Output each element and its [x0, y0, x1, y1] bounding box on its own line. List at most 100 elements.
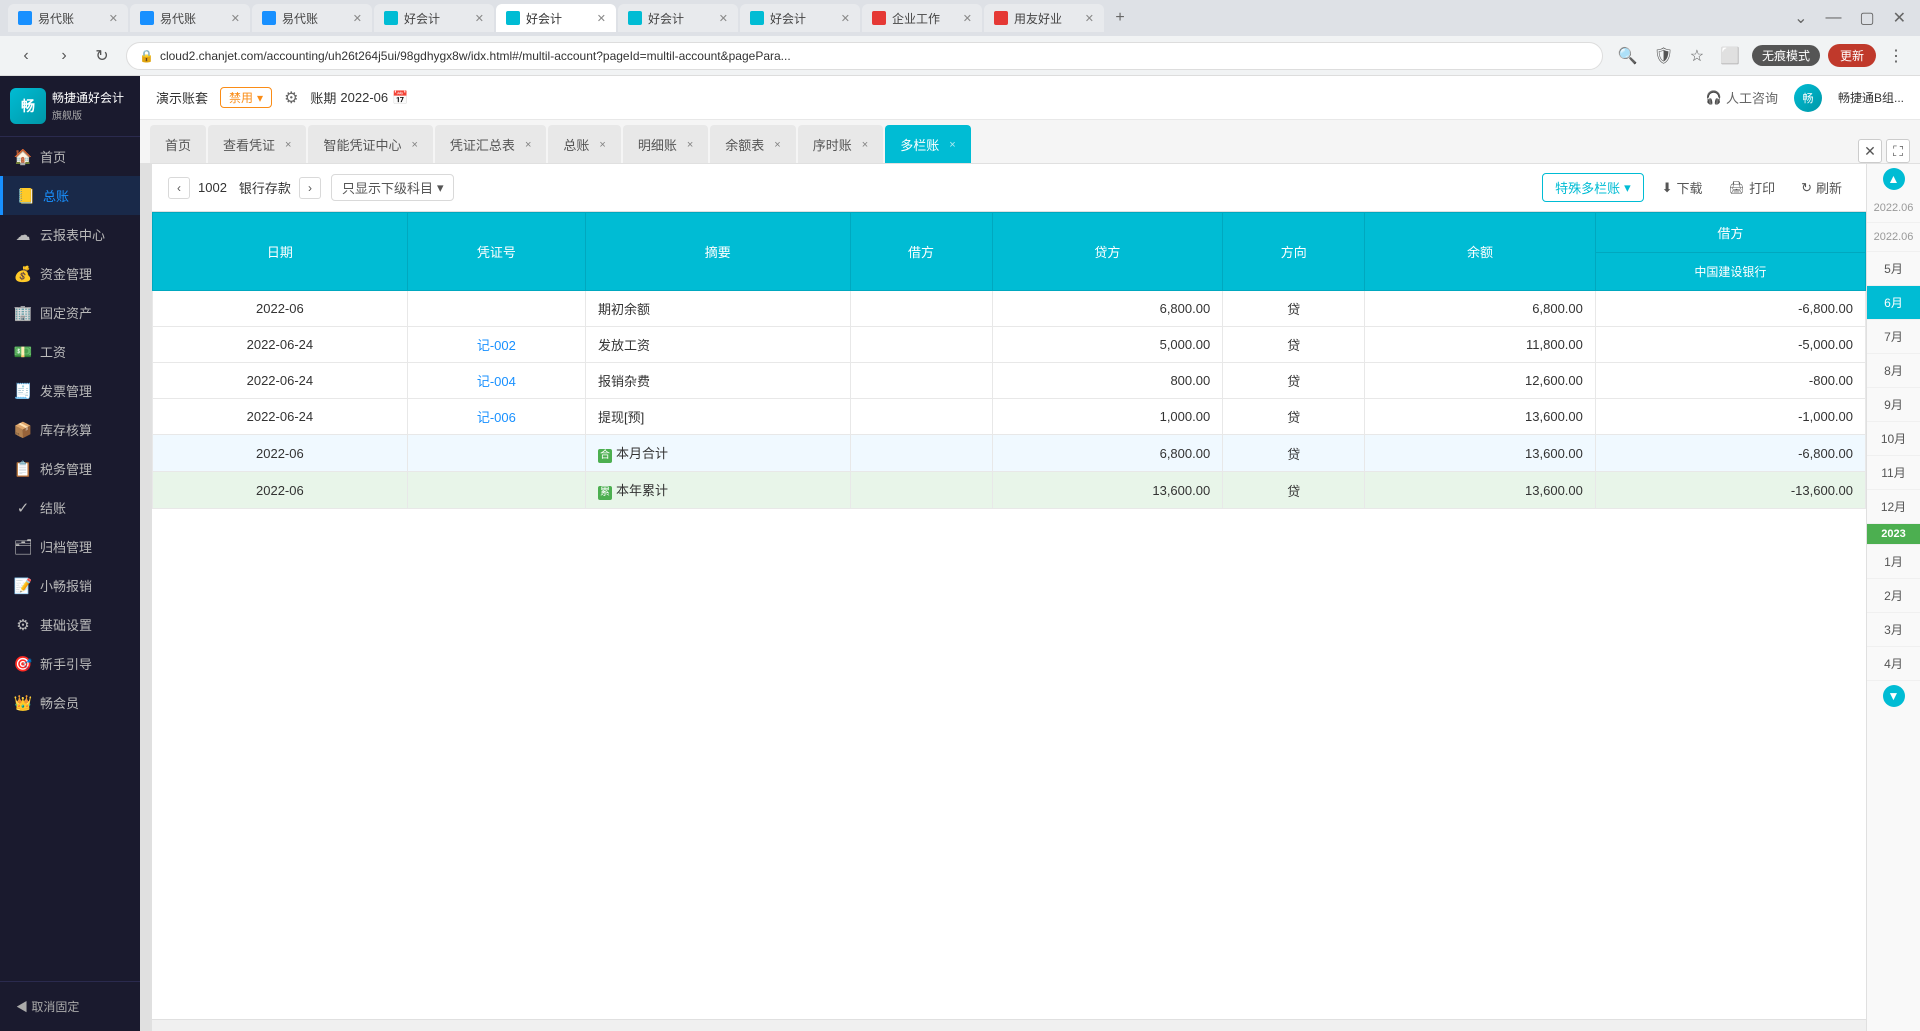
tab-smart-vouchers-close[interactable]: ×	[411, 139, 417, 151]
sidebar-item-reports[interactable]: ☁ 云报表中心	[0, 215, 140, 254]
close-window-button[interactable]: ✕	[1887, 6, 1912, 30]
refresh-button[interactable]: ↻ 刷新	[1793, 174, 1850, 201]
voucher-link[interactable]: 记-006	[477, 410, 516, 425]
tab-multi-col[interactable]: 多栏账 ×	[885, 125, 970, 163]
panel-up-arrow[interactable]: ▲	[1883, 168, 1905, 190]
sidebar-item-close[interactable]: ✓ 结账	[0, 488, 140, 527]
browser-tab-4[interactable]: 好会计 ✕	[374, 4, 494, 32]
sidebar-item-invoice[interactable]: 🧾 发票管理	[0, 371, 140, 410]
browser-tab-8[interactable]: 企业工作 ✕	[862, 4, 982, 32]
tab-close-6[interactable]: ✕	[719, 12, 728, 25]
sidebar-item-ledger[interactable]: 📒 总账	[0, 176, 140, 215]
sidebar-item-archive[interactable]: 🗂 归档管理	[0, 527, 140, 566]
browser-tab-7[interactable]: 好会计 ✕	[740, 4, 860, 32]
sidebar-item-home[interactable]: 🏠 首页	[0, 137, 140, 176]
consult-button[interactable]: 🎧 人工咨询	[1706, 88, 1778, 107]
month-item-september[interactable]: 9月	[1867, 388, 1920, 422]
sidebar-item-assets[interactable]: 🏢 固定资产	[0, 293, 140, 332]
tab-balance[interactable]: 余额表 ×	[710, 125, 795, 163]
star-icon[interactable]: ☆	[1686, 44, 1708, 68]
tab-general-ledger[interactable]: 总账 ×	[548, 125, 620, 163]
tab-close-1[interactable]: ✕	[109, 12, 118, 25]
tab-general-ledger-close[interactable]: ×	[599, 139, 605, 151]
demo-badge[interactable]: 禁用 ▾	[220, 87, 272, 108]
panel-down-arrow[interactable]: ▼	[1883, 685, 1905, 707]
browser-tab-1[interactable]: 易代账 ✕	[8, 4, 128, 32]
update-button[interactable]: 更新	[1828, 44, 1876, 67]
forward-button[interactable]: ›	[50, 42, 78, 70]
tab-close-3[interactable]: ✕	[353, 12, 362, 25]
bottom-scrollbar[interactable]	[152, 1019, 1866, 1031]
voucher-link[interactable]: 记-002	[477, 338, 516, 353]
shield-icon[interactable]: 🛡	[1649, 44, 1677, 68]
account-next-button[interactable]: ›	[299, 177, 321, 199]
month-item-2022-06-second[interactable]: 2022.06	[1867, 223, 1920, 252]
panel-expand-button[interactable]: ⛶	[1886, 139, 1910, 163]
back-button[interactable]: ‹	[12, 42, 40, 70]
sidebar-item-funds[interactable]: 💰 资金管理	[0, 254, 140, 293]
tab-detail-ledger-close[interactable]: ×	[687, 139, 693, 151]
reload-button[interactable]: ↻	[88, 42, 116, 70]
tab-close-2[interactable]: ✕	[231, 12, 240, 25]
sidebar-item-tax[interactable]: 📋 税务管理	[0, 449, 140, 488]
tab-multi-col-close[interactable]: ×	[949, 139, 955, 151]
period-selector[interactable]: 账期 2022-06 📅	[310, 88, 408, 107]
tab-close-9[interactable]: ✕	[1085, 12, 1094, 25]
search-icon[interactable]: 🔍	[1613, 44, 1641, 68]
account-prev-button[interactable]: ‹	[168, 177, 190, 199]
month-item-2022-06-first[interactable]: 2022.06	[1867, 194, 1920, 223]
sidebar-item-salary[interactable]: 💵 工资	[0, 332, 140, 371]
tab-balance-close[interactable]: ×	[774, 139, 780, 151]
tab-close-7[interactable]: ✕	[841, 12, 850, 25]
browser-tab-6[interactable]: 好会计 ✕	[618, 4, 738, 32]
voucher-link[interactable]: 记-004	[477, 374, 516, 389]
unpin-button[interactable]: ◀ 取消固定	[10, 992, 130, 1021]
browser-tab-3[interactable]: 易代账 ✕	[252, 4, 372, 32]
month-item-july[interactable]: 7月	[1867, 320, 1920, 354]
print-button[interactable]: 🖨 打印	[1721, 174, 1784, 201]
sidebar-item-member[interactable]: 👑 畅会员	[0, 683, 140, 722]
month-item-apr-2023[interactable]: 4月	[1867, 647, 1920, 681]
tab-close-8[interactable]: ✕	[963, 12, 972, 25]
user-name[interactable]: 畅捷通B组...	[1838, 89, 1904, 106]
tab-close-4[interactable]: ✕	[475, 12, 484, 25]
month-item-august[interactable]: 8月	[1867, 354, 1920, 388]
panel-close-button[interactable]: ✕	[1858, 139, 1882, 163]
tab-chronological-close[interactable]: ×	[862, 139, 868, 151]
multi-col-button[interactable]: 特殊多栏账 ▾	[1542, 173, 1644, 202]
tab-vouchers-close[interactable]: ×	[285, 139, 291, 151]
maximize-button[interactable]: ▢	[1853, 6, 1880, 30]
url-bar[interactable]: 🔒 cloud2.chanjet.com/accounting/uh26t264…	[126, 42, 1603, 70]
tab-detail-ledger[interactable]: 明细账 ×	[623, 125, 708, 163]
tab-vouchers[interactable]: 查看凭证 ×	[208, 125, 306, 163]
month-item-mar-2023[interactable]: 3月	[1867, 613, 1920, 647]
tab-voucher-summary[interactable]: 凭证汇总表 ×	[435, 125, 546, 163]
month-item-october[interactable]: 10月	[1867, 422, 1920, 456]
menu-button[interactable]: ⋮	[1884, 44, 1908, 68]
month-item-december[interactable]: 12月	[1867, 490, 1920, 524]
month-item-november[interactable]: 11月	[1867, 456, 1920, 490]
sidebar-item-expense[interactable]: 📝 小畅报销	[0, 566, 140, 605]
browser-tab-2[interactable]: 易代账 ✕	[130, 4, 250, 32]
download-button[interactable]: ⬇ 下载	[1654, 174, 1711, 201]
tab-smart-vouchers[interactable]: 智能凭证中心 ×	[308, 125, 432, 163]
sidebar-item-settings[interactable]: ⚙ 基础设置	[0, 605, 140, 644]
browser-tab-9[interactable]: 用友好业 ✕	[984, 4, 1104, 32]
tab-home[interactable]: 首页	[150, 125, 206, 163]
tab-chronological[interactable]: 序时账 ×	[798, 125, 883, 163]
sub-filter-dropdown[interactable]: 只显示下级科目 ▾	[331, 174, 455, 201]
settings-gear-icon[interactable]: ⚙	[284, 88, 298, 108]
sidebar-item-inventory[interactable]: 📦 库存核算	[0, 410, 140, 449]
month-item-june[interactable]: 6月	[1867, 286, 1920, 320]
month-item-jan-2023[interactable]: 1月	[1867, 545, 1920, 579]
month-item-may[interactable]: 5月	[1867, 252, 1920, 286]
minimize-button[interactable]: —	[1819, 7, 1847, 29]
tab-voucher-summary-close[interactable]: ×	[525, 139, 531, 151]
screenshot-icon[interactable]: ⬜	[1716, 44, 1744, 68]
new-tab-button[interactable]: +	[1106, 4, 1134, 32]
tab-list-button[interactable]: ⌄	[1788, 6, 1813, 30]
browser-tab-5[interactable]: 好会计 ✕	[496, 4, 616, 32]
sidebar-item-guide[interactable]: 🎯 新手引导	[0, 644, 140, 683]
incognito-button[interactable]: 无痕模式	[1752, 45, 1820, 66]
tab-close-5[interactable]: ✕	[597, 12, 606, 25]
